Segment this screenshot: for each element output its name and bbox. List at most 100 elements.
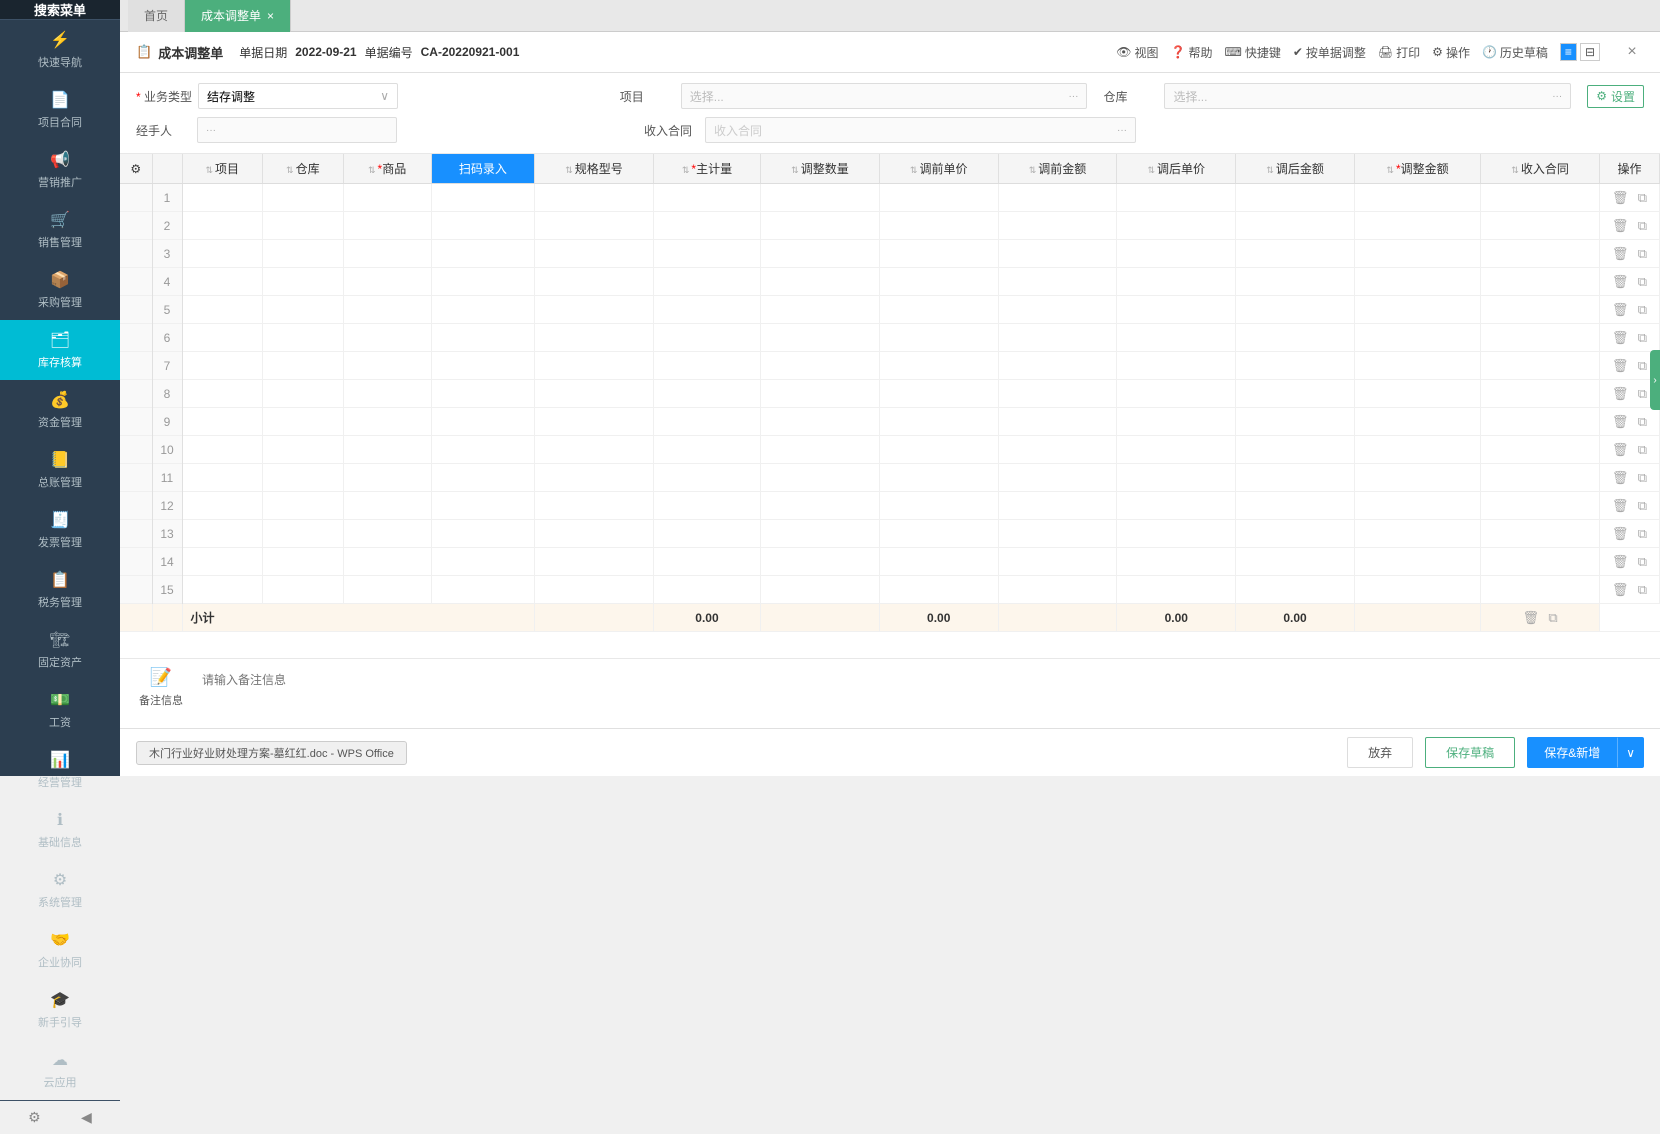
cell-adj-amount[interactable]: [1354, 296, 1480, 324]
cell-spec[interactable]: [535, 520, 654, 548]
save-draft-button[interactable]: 保存草稿: [1425, 737, 1515, 768]
search-menu-label[interactable]: 搜索菜单: [34, 0, 86, 19]
cell-adj-qty[interactable]: [761, 408, 880, 436]
cell-spec[interactable]: [535, 464, 654, 492]
row-delete-button[interactable]: 🗑: [1609, 581, 1632, 599]
cell-post-amount[interactable]: [1236, 324, 1355, 352]
cell-spec[interactable]: [535, 352, 654, 380]
sidebar-item-quick-nav[interactable]: ⚡ 快速导航: [0, 20, 120, 80]
row-copy-button[interactable]: ⧉: [1635, 525, 1650, 543]
cell-pre-amount[interactable]: [998, 464, 1117, 492]
notes-input[interactable]: [198, 667, 1644, 703]
row-copy-button[interactable]: ⧉: [1635, 581, 1650, 599]
cell-pre-unit-price[interactable]: [879, 576, 998, 604]
cell-post-unit-price[interactable]: [1117, 380, 1236, 408]
cell-adj-qty[interactable]: [761, 268, 880, 296]
cell-pre-amount[interactable]: [998, 520, 1117, 548]
cell-spec[interactable]: [535, 212, 654, 240]
cell-scan[interactable]: [431, 212, 535, 240]
row-delete-button[interactable]: 🗑: [1609, 189, 1632, 207]
row-delete-button[interactable]: 🗑: [1609, 413, 1632, 431]
cell-pre-unit-price[interactable]: [879, 436, 998, 464]
history-tool[interactable]: 🕐历史草稿: [1482, 44, 1548, 61]
cell-post-amount[interactable]: [1236, 380, 1355, 408]
row-delete-button[interactable]: 🗑: [1609, 385, 1632, 403]
cell-pre-amount[interactable]: [998, 268, 1117, 296]
review-tool[interactable]: ✔按单据调整: [1293, 44, 1366, 61]
cell-post-amount[interactable]: [1236, 240, 1355, 268]
cell-unit[interactable]: [653, 212, 760, 240]
cell-pre-unit-price[interactable]: [879, 352, 998, 380]
view-tool[interactable]: 👁视图: [1116, 44, 1158, 61]
cell-warehouse[interactable]: [263, 548, 344, 576]
cell-spec[interactable]: [535, 576, 654, 604]
row-delete-button[interactable]: 🗑: [1609, 273, 1632, 291]
cell-post-amount[interactable]: [1236, 436, 1355, 464]
sidebar-item-ops-mgmt[interactable]: 📊 经营管理: [0, 740, 120, 800]
cell-product[interactable]: [343, 436, 431, 464]
cell-adj-qty[interactable]: [761, 352, 880, 380]
cell-scan[interactable]: [431, 464, 535, 492]
cell-adj-qty[interactable]: [761, 548, 880, 576]
sidebar-item-cloud-apps[interactable]: ☁ 云应用: [0, 1040, 120, 1100]
cell-project[interactable]: [182, 436, 263, 464]
cell-pre-amount[interactable]: [998, 492, 1117, 520]
cell-warehouse[interactable]: [263, 408, 344, 436]
shortcut-tool[interactable]: ⌨快捷键: [1225, 44, 1281, 61]
row-delete-button[interactable]: 🗑: [1609, 469, 1632, 487]
cell-scan[interactable]: [431, 492, 535, 520]
cell-product[interactable]: [343, 324, 431, 352]
cell-warehouse[interactable]: [263, 296, 344, 324]
row-copy-button[interactable]: ⧉: [1635, 385, 1650, 403]
col-warehouse[interactable]: ⇅仓库: [263, 154, 344, 184]
cell-adj-amount[interactable]: [1354, 380, 1480, 408]
row-delete-button[interactable]: 🗑: [1609, 525, 1632, 543]
cell-post-amount[interactable]: [1236, 464, 1355, 492]
cell-spec[interactable]: [535, 268, 654, 296]
cell-unit[interactable]: [653, 548, 760, 576]
cell-spec[interactable]: [535, 408, 654, 436]
tab-cost-adjust[interactable]: 成本调整单 ×: [185, 0, 291, 32]
cell-spec[interactable]: [535, 492, 654, 520]
cell-post-unit-price[interactable]: [1117, 576, 1236, 604]
col-income-contract[interactable]: ⇅收入合同: [1481, 154, 1600, 184]
cell-post-amount[interactable]: [1236, 492, 1355, 520]
subtotal-copy[interactable]: ⧉: [1545, 609, 1560, 627]
cell-spec[interactable]: [535, 296, 654, 324]
cell-post-amount[interactable]: [1236, 520, 1355, 548]
col-pre-amount[interactable]: ⇅调前金额: [998, 154, 1117, 184]
cell-pre-unit-price[interactable]: [879, 464, 998, 492]
cell-pre-amount[interactable]: [998, 576, 1117, 604]
right-panel-toggle[interactable]: ›: [1650, 350, 1660, 410]
cell-adj-qty[interactable]: [761, 296, 880, 324]
row-copy-button[interactable]: ⧉: [1635, 189, 1650, 207]
cell-pre-unit-price[interactable]: [879, 212, 998, 240]
cell-unit[interactable]: [653, 464, 760, 492]
cell-pre-amount[interactable]: [998, 324, 1117, 352]
cell-adj-qty[interactable]: [761, 324, 880, 352]
cell-warehouse[interactable]: [263, 576, 344, 604]
sidebar-item-ledger-mgmt[interactable]: 📒 总账管理: [0, 440, 120, 500]
subtotal-delete[interactable]: 🗑: [1520, 609, 1543, 627]
sidebar-item-invoice-mgmt[interactable]: 🧾 发票管理: [0, 500, 120, 560]
cell-income-contract[interactable]: [1481, 520, 1600, 548]
cell-warehouse[interactable]: [263, 352, 344, 380]
cell-adj-qty[interactable]: [761, 240, 880, 268]
row-copy-button[interactable]: ⧉: [1635, 245, 1650, 263]
cell-spec[interactable]: [535, 548, 654, 576]
cell-product[interactable]: [343, 408, 431, 436]
cell-warehouse[interactable]: [263, 492, 344, 520]
cell-project[interactable]: [182, 184, 263, 212]
col-scan[interactable]: 扫码录入: [431, 154, 535, 184]
cell-spec[interactable]: [535, 324, 654, 352]
settings-button[interactable]: ⚙ 设置: [1587, 85, 1644, 108]
cell-adj-amount[interactable]: [1354, 352, 1480, 380]
cell-unit[interactable]: [653, 380, 760, 408]
col-adj-amount[interactable]: ⇅*调整金额: [1354, 154, 1480, 184]
action-tool[interactable]: ⚙操作: [1432, 44, 1470, 61]
layout-btn-1[interactable]: ≡: [1560, 43, 1577, 61]
col-spec[interactable]: ⇅规格型号: [535, 154, 654, 184]
cell-warehouse[interactable]: [263, 324, 344, 352]
cell-adj-amount[interactable]: [1354, 324, 1480, 352]
row-copy-button[interactable]: ⧉: [1635, 329, 1650, 347]
